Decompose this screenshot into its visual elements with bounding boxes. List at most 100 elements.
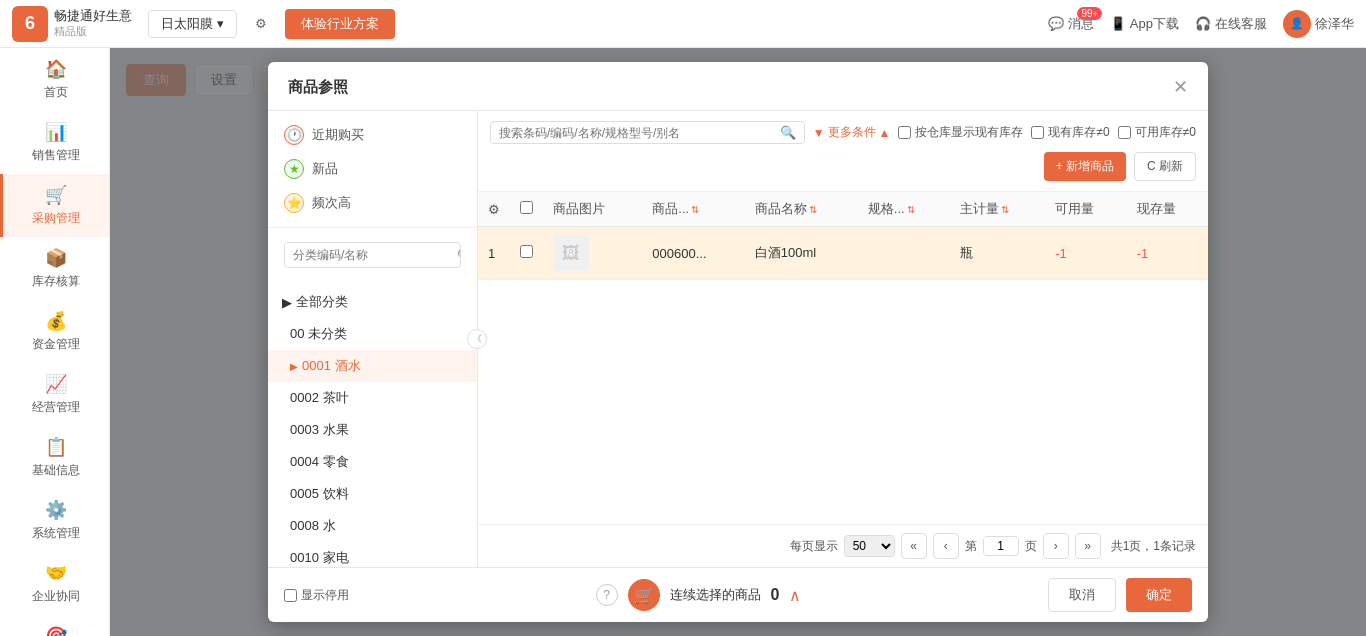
product-table-wrap: ⚙ 商品图片 商品...⇅ 商品名称⇅ 规格...⇅ 主计量⇅ 可用量 现存量 xyxy=(478,192,1208,524)
cat-all[interactable]: ▶ 全部分类 xyxy=(268,286,477,318)
sidebar-item-guide[interactable]: 🎯 新手引导 xyxy=(0,615,109,636)
sidebar-item-basic-info[interactable]: 📋 基础信息 xyxy=(0,426,109,489)
home-icon: 🏠 xyxy=(45,58,67,80)
footer-right-buttons: 取消 确定 xyxy=(1048,578,1192,612)
row-spec xyxy=(858,227,950,280)
confirm-button[interactable]: 确定 xyxy=(1126,578,1192,612)
collapse-footer-btn[interactable]: ∧ xyxy=(789,586,801,605)
page-number-input[interactable] xyxy=(983,536,1019,556)
cancel-button[interactable]: 取消 xyxy=(1048,578,1116,612)
cat-fruit-label: 0003 水果 xyxy=(290,421,349,439)
cart-button[interactable]: 🛒 xyxy=(628,579,660,611)
checkbox-current-stock[interactable]: 现有库存≠0 xyxy=(1031,124,1109,141)
recent-purchase-btn[interactable]: 🕐 近期购买 xyxy=(276,119,469,151)
cat-appliance[interactable]: 0010 家电 xyxy=(268,542,477,567)
message-badge: 99+ xyxy=(1077,7,1101,20)
refresh-button[interactable]: C 刷新 xyxy=(1134,152,1196,181)
cat-beverage[interactable]: 0005 饮料 xyxy=(268,478,477,510)
sidebar-item-home[interactable]: 🏠 首页 xyxy=(0,48,109,111)
add-product-button[interactable]: + 新增商品 xyxy=(1044,152,1126,181)
cart-icon-wrap: 🛒 xyxy=(628,579,660,611)
checkbox-warehouse-input[interactable] xyxy=(898,126,911,139)
sidebar-item-collab[interactable]: 🤝 企业协同 xyxy=(0,552,109,615)
sidebar: 🏠 首页 📊 销售管理 🛒 采购管理 📦 库存核算 💰 资金管理 📈 经营管理 … xyxy=(0,48,110,636)
sidebar-item-operations[interactable]: 📈 经营管理 xyxy=(0,363,109,426)
checkbox-current-input[interactable] xyxy=(1031,126,1044,139)
prev-page-btn[interactable]: ‹ xyxy=(933,533,959,559)
cat-fruit[interactable]: 0003 水果 xyxy=(268,414,477,446)
store-selector[interactable]: 日太阳膜 ▾ xyxy=(148,10,237,38)
cat-tea-label: 0002 茶叶 xyxy=(290,389,349,407)
col-name[interactable]: 商品名称⇅ xyxy=(745,192,858,227)
per-page-select[interactable]: 50 100 200 xyxy=(844,535,895,557)
modal-body: 🕐 近期购买 ★ 新品 ⭐ 频次高 xyxy=(268,111,1208,567)
cat-liquor[interactable]: ▶ 0001 酒水 xyxy=(268,350,477,382)
product-image: 🖼 xyxy=(553,235,589,271)
frequent-label: 频次高 xyxy=(312,194,351,212)
sidebar-label-collab: 企业协同 xyxy=(32,588,80,605)
collapse-panel-btn[interactable]: 《 xyxy=(467,329,487,349)
help-button[interactable]: ? xyxy=(596,584,618,606)
modal-title: 商品参照 xyxy=(288,78,348,97)
frequent-btn[interactable]: ⭐ 频次高 xyxy=(276,187,469,219)
dropdown-icon: ▾ xyxy=(217,16,224,31)
next-page-btn[interactable]: › xyxy=(1043,533,1069,559)
sidebar-item-sales[interactable]: 📊 销售管理 xyxy=(0,111,109,174)
cat-snack[interactable]: 0004 零食 xyxy=(268,446,477,478)
col-settings[interactable]: ⚙ xyxy=(478,192,510,227)
category-search-input[interactable] xyxy=(285,243,451,267)
col-code[interactable]: 商品...⇅ xyxy=(642,192,744,227)
operations-icon: 📈 xyxy=(45,373,67,395)
product-reference-modal: 商品参照 ✕ 🕐 近期购买 ★ 新 xyxy=(268,62,1208,622)
product-search-input[interactable] xyxy=(499,126,776,140)
service-label: 在线客服 xyxy=(1215,15,1267,33)
row-checkbox[interactable] xyxy=(510,227,543,280)
product-table: ⚙ 商品图片 商品...⇅ 商品名称⇅ 规格...⇅ 主计量⇅ 可用量 现存量 xyxy=(478,192,1208,280)
finance-icon: 💰 xyxy=(45,310,67,332)
col-spec[interactable]: 规格...⇅ xyxy=(858,192,950,227)
inventory-icon: 📦 xyxy=(45,247,67,269)
category-search-icon[interactable]: 🔍 xyxy=(451,248,461,263)
page-label: 第 xyxy=(965,538,977,555)
page-label-end: 页 xyxy=(1025,538,1037,555)
cat-water[interactable]: 0008 水 xyxy=(268,510,477,542)
nav-right-area: 💬 消息 99+ 📱 App下载 🎧 在线客服 👤 徐泽华 xyxy=(1048,10,1354,38)
col-unit[interactable]: 主计量⇅ xyxy=(950,192,1045,227)
user-profile[interactable]: 👤 徐泽华 xyxy=(1283,10,1354,38)
online-service-button[interactable]: 🎧 在线客服 xyxy=(1195,15,1267,33)
selected-count: 0 xyxy=(771,586,780,604)
cat-uncategorized[interactable]: 00 未分类 xyxy=(268,318,477,350)
sidebar-label-operations: 经营管理 xyxy=(32,399,80,416)
more-conditions-btn[interactable]: ▼ 更多条件 ▲ xyxy=(813,124,891,141)
cat-tea[interactable]: 0002 茶叶 xyxy=(268,382,477,414)
messages-button[interactable]: 💬 消息 99+ xyxy=(1048,15,1094,33)
settings-button[interactable]: ⚙ xyxy=(245,8,277,40)
sidebar-item-purchase[interactable]: 🛒 采购管理 xyxy=(0,174,109,237)
checkbox-available-input[interactable] xyxy=(1118,126,1131,139)
show-disabled-checkbox[interactable] xyxy=(284,589,297,602)
modal-close-button[interactable]: ✕ xyxy=(1173,76,1188,98)
try-industry-button[interactable]: 体验行业方案 xyxy=(285,9,395,39)
per-page-label: 每页显示 xyxy=(790,538,838,555)
last-page-btn[interactable]: » xyxy=(1075,533,1101,559)
new-product-label: 新品 xyxy=(312,160,338,178)
product-search-icon[interactable]: 🔍 xyxy=(780,125,796,140)
select-all-checkbox[interactable] xyxy=(520,201,533,214)
show-disabled-toggle[interactable]: 显示停用 xyxy=(284,587,349,604)
sidebar-item-finance[interactable]: 💰 资金管理 xyxy=(0,300,109,363)
new-product-btn[interactable]: ★ 新品 xyxy=(276,153,469,185)
left-panel: 🕐 近期购买 ★ 新品 ⭐ 频次高 xyxy=(268,111,478,567)
row-select-checkbox[interactable] xyxy=(520,245,533,258)
app-download-button[interactable]: 📱 App下载 xyxy=(1110,15,1179,33)
checkbox-available-stock[interactable]: 可用库存≠0 xyxy=(1118,124,1196,141)
first-page-btn[interactable]: « xyxy=(901,533,927,559)
cat-water-label: 0008 水 xyxy=(290,517,336,535)
sidebar-item-system[interactable]: ⚙️ 系统管理 xyxy=(0,489,109,552)
table-row[interactable]: 1 🖼 000600... 白酒100ml 瓶 xyxy=(478,227,1208,280)
checkbox-warehouse-stock[interactable]: 按仓库显示现有库存 xyxy=(898,124,1023,141)
sidebar-item-inventory[interactable]: 📦 库存核算 xyxy=(0,237,109,300)
show-disabled-label: 显示停用 xyxy=(301,587,349,604)
footer-center: ? 🛒 连续选择的商品 0 ∧ xyxy=(359,579,1038,611)
filter-bar: 🔍 ▼ 更多条件 ▲ 按仓库显示现有库存 xyxy=(478,111,1208,192)
pagination-bar: 每页显示 50 100 200 « ‹ 第 页 › xyxy=(478,524,1208,567)
